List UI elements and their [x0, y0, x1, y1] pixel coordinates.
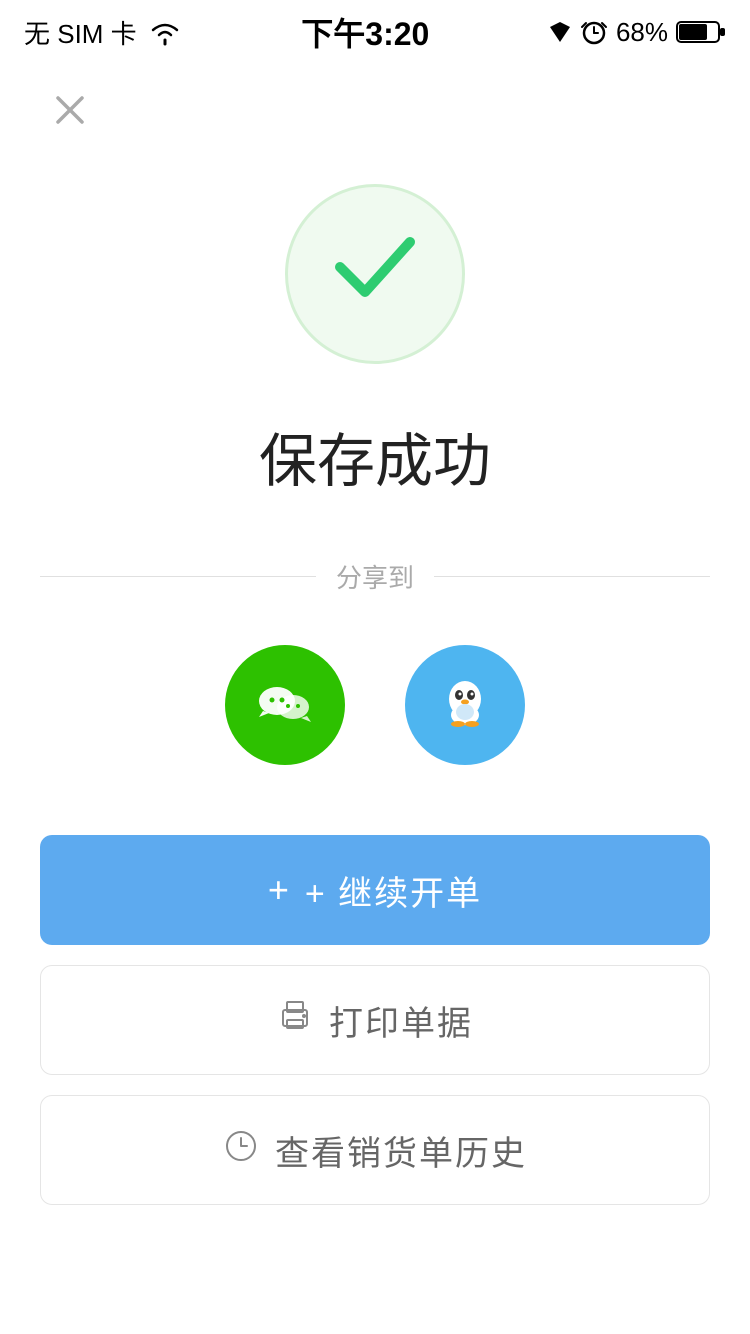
print-button[interactable]: 打印单据 — [40, 965, 710, 1075]
status-left: 无 SIM 卡 — [24, 14, 183, 51]
divider-line-right — [434, 576, 710, 577]
action-buttons: + + 继续开单 打印单据 查看销货单历 — [0, 835, 750, 1205]
close-button[interactable] — [40, 80, 100, 140]
status-right: 68% — [548, 17, 726, 48]
battery-percent: 68% — [616, 17, 668, 48]
continue-button-label: + 继续开单 — [305, 866, 482, 915]
status-bar: 无 SIM 卡 下午3:20 68% — [0, 0, 750, 64]
sim-status: 无 SIM 卡 — [24, 14, 137, 51]
battery-icon — [676, 19, 726, 45]
print-button-label: 打印单据 — [329, 996, 473, 1045]
divider-line-left — [40, 576, 316, 577]
plus-icon: + — [268, 869, 289, 911]
success-title: 保存成功 — [259, 414, 491, 498]
history-icon — [223, 1128, 259, 1173]
success-icon-circle — [285, 184, 465, 364]
continue-button[interactable]: + + 继续开单 — [40, 835, 710, 945]
history-button[interactable]: 查看销货单历史 — [40, 1095, 710, 1205]
checkmark-icon — [330, 227, 420, 322]
alarm-icon — [580, 18, 608, 46]
wifi-icon — [147, 18, 183, 46]
location-icon — [548, 20, 572, 44]
time-display: 下午3:20 — [301, 9, 429, 55]
main-content: 保存成功 分享到 — [0, 64, 750, 1205]
wechat-share-button[interactable] — [225, 645, 345, 765]
share-label: 分享到 — [316, 558, 434, 595]
qq-share-button[interactable] — [405, 645, 525, 765]
share-divider: 分享到 — [0, 558, 750, 595]
share-icons-container — [225, 645, 525, 765]
history-button-label: 查看销货单历史 — [275, 1126, 527, 1175]
print-icon — [277, 998, 313, 1043]
